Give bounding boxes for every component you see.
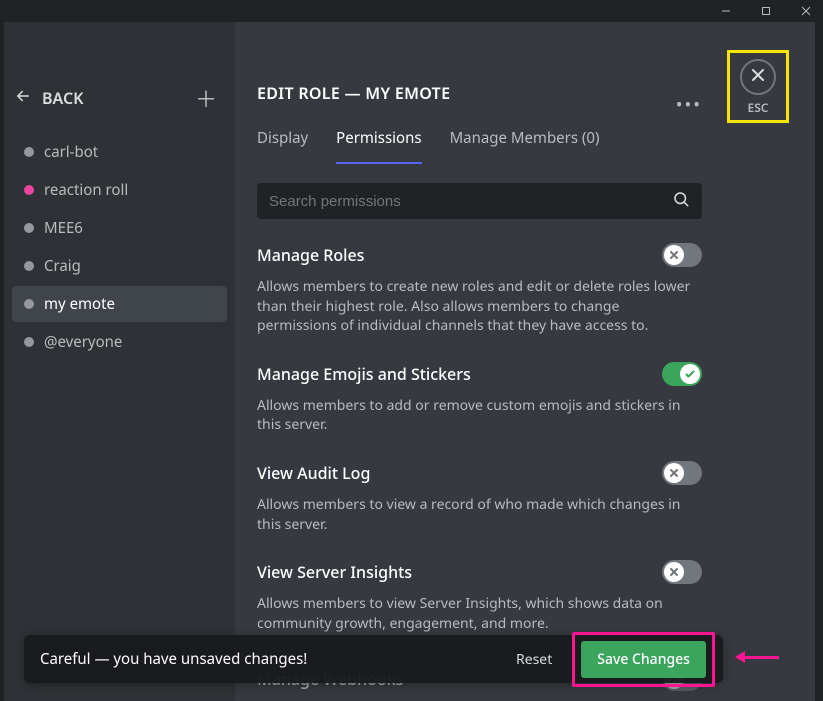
permission-toggle[interactable]: [662, 461, 702, 485]
unsaved-text: Careful — you have unsaved changes!: [40, 649, 307, 669]
save-changes-button[interactable]: Save Changes: [581, 641, 706, 678]
back-label: BACK: [42, 87, 84, 109]
permission-description: Allows members to create new roles and e…: [257, 277, 702, 336]
permission-description: Allows members to view a record of who m…: [257, 495, 702, 534]
role-color-dot: [24, 261, 34, 271]
window-maximize-button[interactable]: [755, 0, 777, 22]
content-area: EDIT ROLE — MY EMOTE ••• Display Permissi…: [235, 22, 815, 701]
toggle-knob: [664, 245, 684, 265]
permission-title: View Audit Log: [257, 462, 370, 484]
role-item[interactable]: MEE6: [12, 210, 227, 246]
permission-title: Manage Emojis and Stickers: [257, 363, 471, 385]
search-icon: [672, 190, 690, 213]
permission-row: Manage Emojis and Stickers Allows members…: [257, 362, 702, 435]
page-title: EDIT ROLE — MY EMOTE: [257, 82, 450, 104]
window-titlebar: [0, 0, 823, 22]
add-role-button[interactable]: ＋: [195, 82, 217, 114]
close-icon: [750, 66, 766, 88]
more-options-button[interactable]: •••: [676, 93, 702, 117]
back-button[interactable]: BACK: [14, 87, 84, 110]
arrow-left-icon: [14, 87, 32, 110]
close-settings-highlight: ESC: [727, 50, 789, 123]
tabs: Display Permissions Manage Members (0): [257, 128, 702, 165]
right-gutter: [815, 22, 823, 701]
unsaved-changes-bar: Careful — you have unsaved changes! Rese…: [24, 635, 723, 683]
permission-row: View Server Insights Allows members to vi…: [257, 560, 702, 633]
role-label: my emote: [44, 294, 115, 314]
toggle-knob: [664, 463, 684, 483]
permission-toggle[interactable]: [662, 560, 702, 584]
window-close-button[interactable]: [795, 0, 817, 22]
roles-sidebar: BACK ＋ carl-bot reaction roll MEE6 Craig my …: [4, 22, 235, 701]
role-label: MEE6: [44, 218, 83, 238]
role-label: @everyone: [44, 332, 122, 352]
save-button-highlight: Save Changes: [572, 632, 715, 687]
permission-row: Manage Roles Allows members to create new…: [257, 243, 702, 336]
window-minimize-button[interactable]: [715, 0, 737, 22]
role-color-dot: [24, 223, 34, 233]
tab[interactable]: Manage Members (0): [450, 128, 600, 164]
permission-description: Allows members to view Server Insights, …: [257, 594, 702, 633]
role-item[interactable]: carl-bot: [12, 134, 227, 170]
permission-row: View Audit Log Allows members to view a r…: [257, 461, 702, 534]
role-item[interactable]: Craig: [12, 248, 227, 284]
role-color-dot: [24, 147, 34, 157]
plus-icon: ＋: [195, 84, 217, 114]
role-item[interactable]: reaction roll: [12, 172, 227, 208]
permission-description: Allows members to add or remove custom e…: [257, 396, 702, 435]
permission-toggle[interactable]: [662, 243, 702, 267]
search-permissions-box[interactable]: [257, 183, 702, 219]
role-color-dot: [24, 337, 34, 347]
toggle-knob: [664, 562, 684, 582]
role-label: reaction roll: [44, 180, 128, 200]
toggle-knob: [680, 364, 700, 384]
role-color-dot: [24, 185, 34, 195]
permission-title: Manage Roles: [257, 244, 364, 266]
annotation-arrow: [735, 651, 779, 663]
close-settings-button[interactable]: [740, 59, 776, 95]
tab[interactable]: Permissions: [336, 128, 421, 164]
reset-button[interactable]: Reset: [504, 642, 564, 677]
role-item[interactable]: @everyone: [12, 324, 227, 360]
more-icon: •••: [676, 93, 702, 117]
permission-toggle[interactable]: [662, 362, 702, 386]
tab[interactable]: Display: [257, 128, 308, 164]
role-label: Craig: [44, 256, 81, 276]
esc-label: ESC: [748, 99, 769, 116]
role-color-dot: [24, 299, 34, 309]
role-item[interactable]: my emote: [12, 286, 227, 322]
search-permissions-input[interactable]: [269, 193, 672, 210]
role-label: carl-bot: [44, 142, 98, 162]
permission-title: View Server Insights: [257, 561, 412, 583]
